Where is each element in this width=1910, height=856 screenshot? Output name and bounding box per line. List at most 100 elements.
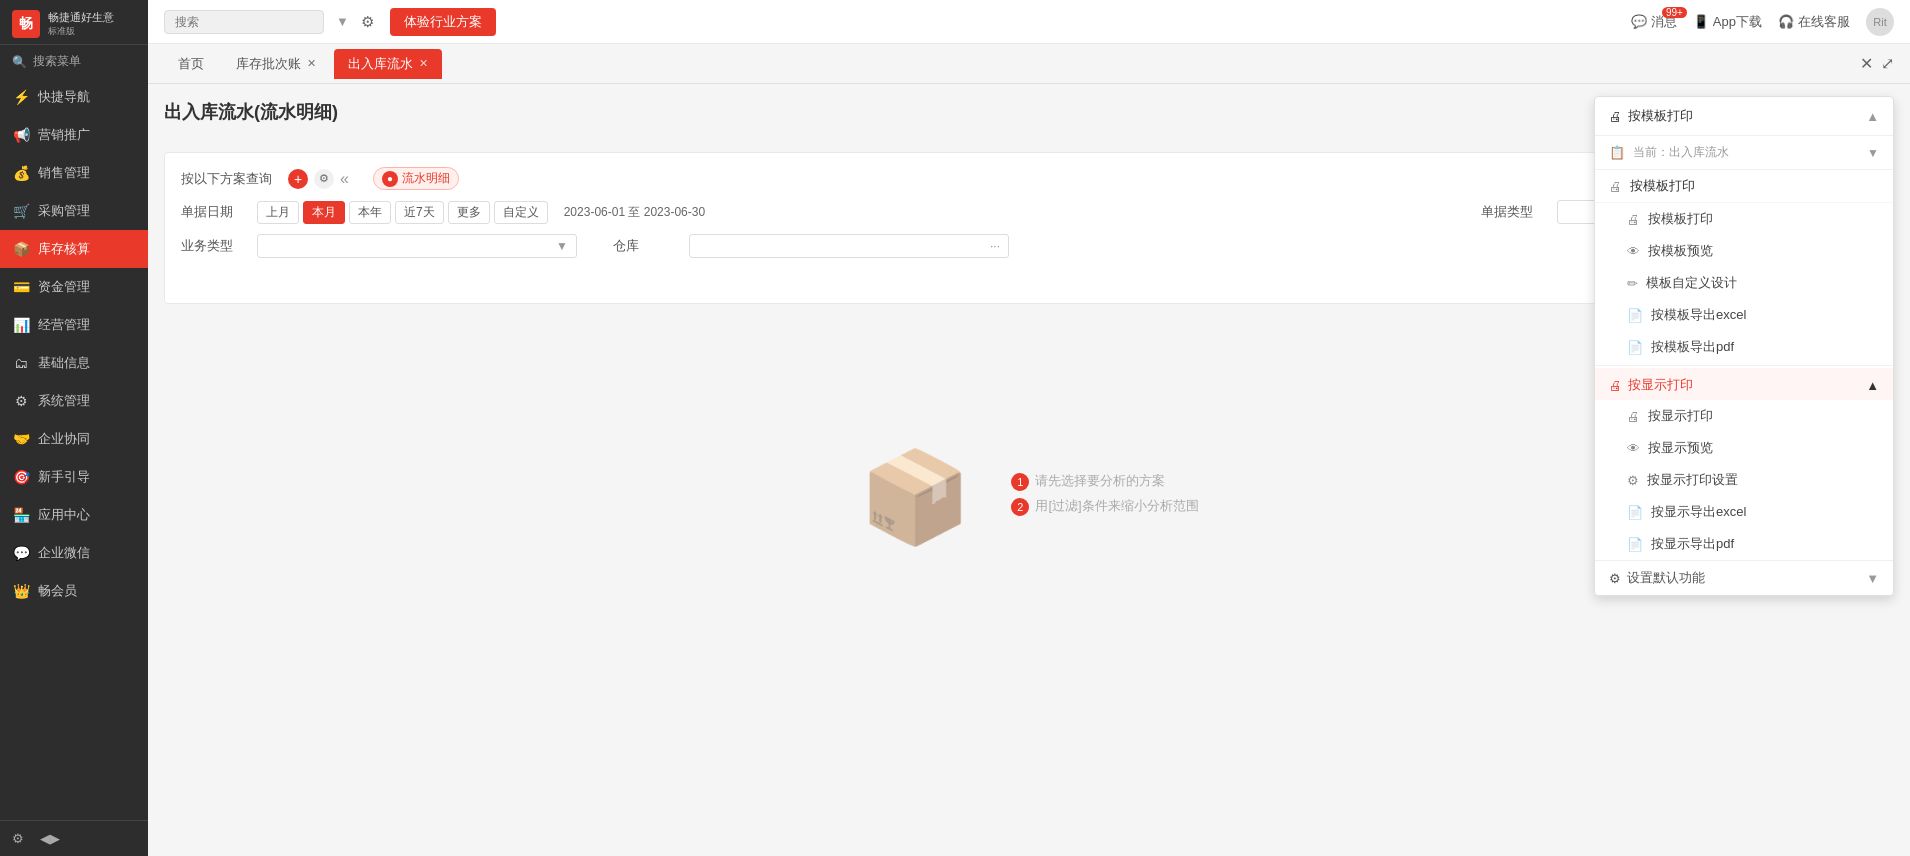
industry-btn[interactable]: 体验行业方案 <box>390 8 496 36</box>
dp-current-icon: 📋 <box>1609 145 1625 160</box>
dp-display-settings-item[interactable]: ⚙ 按显示打印设置 <box>1595 464 1893 496</box>
dp-display-pdf-item[interactable]: 📄 按显示导出pdf <box>1595 528 1893 560</box>
dp-display-preview-item[interactable]: 👁 按显示预览 <box>1595 432 1893 464</box>
date-btn-custom[interactable]: 自定义 <box>494 201 548 224</box>
sidebar-collapse-icon[interactable]: ◀▶ <box>40 831 60 846</box>
biz-type-label: 业务类型 <box>181 237 241 255</box>
filter-collapse-left[interactable]: « <box>340 170 349 188</box>
sidebar-bottom: ⚙ ◀▶ <box>0 820 148 856</box>
wechat-icon: 💬 <box>12 544 30 562</box>
date-btn-last-month[interactable]: 上月 <box>257 201 299 224</box>
dp-template-print-item[interactable]: 🖨 按模板打印 <box>1595 203 1893 235</box>
date-btn-current-year[interactable]: 本年 <box>349 201 391 224</box>
logo-text: 畅捷通好生意 标准版 <box>48 10 114 38</box>
dp-footer[interactable]: ⚙ 设置默认功能 ▼ <box>1595 560 1893 595</box>
biz-type-select[interactable]: ▼ <box>257 234 577 258</box>
dp-display-header[interactable]: 🖨 按显示打印 ▲ <box>1595 368 1893 400</box>
dp-template-header: 🖨 按模板打印 <box>1595 170 1893 203</box>
dp-current-arrow[interactable]: ▼ <box>1867 146 1879 160</box>
sidebar-logo: 畅 畅捷通好生意 标准版 <box>0 0 148 45</box>
dp-display-print-item[interactable]: 🖨 按显示打印 <box>1595 400 1893 432</box>
date-label: 单据日期 <box>181 203 241 221</box>
date-btn-current-month[interactable]: 本月 <box>303 201 345 224</box>
sidebar-item-finance[interactable]: 💳 资金管理 <box>0 268 148 306</box>
tab-inout-flow-close[interactable]: ✕ <box>419 57 428 70</box>
tab-close-all[interactable]: ✕ <box>1860 54 1873 73</box>
empty-hint: 1 请先选择要分析的方案 2 用[过滤]条件来缩小分析范围 <box>1011 472 1198 522</box>
guide-icon: 🎯 <box>12 468 30 486</box>
sidebar-nav: ⚡ 快捷导航 📢 营销推广 💰 销售管理 🛒 采购管理 📦 库存核算 💳 资金管… <box>0 78 148 820</box>
sales-icon: 💰 <box>12 164 30 182</box>
date-quick-btns: 上月 本月 本年 近7天 更多 自定义 <box>257 201 548 224</box>
filter-add-btn[interactable]: + <box>288 169 308 189</box>
dp-item-print-icon: 🖨 <box>1627 212 1640 227</box>
sidebar-item-guide[interactable]: 🎯 新手引导 <box>0 458 148 496</box>
marketing-icon: 📢 <box>12 126 30 144</box>
dp-template-pdf-item[interactable]: 📄 按模板导出pdf <box>1595 331 1893 363</box>
topbar-right: 💬 消息 99+ 📱 App下载 🎧 在线客服 Rit <box>1631 8 1894 36</box>
sidebar-item-inventory[interactable]: 📦 库存核算 <box>0 230 148 268</box>
topbar-gear-icon[interactable]: ⚙ <box>361 13 374 31</box>
operations-icon: 📊 <box>12 316 30 334</box>
date-filter: 上月 本月 本年 近7天 更多 自定义 2023-06-01 至 2023-06… <box>257 201 1445 224</box>
dp-display-settings-icon: ⚙ <box>1627 473 1639 488</box>
vip-icon: 👑 <box>12 582 30 600</box>
biz-type-arrow: ▼ <box>556 239 568 253</box>
dp-display-icon: 🖨 <box>1609 378 1622 393</box>
dp-template-custom-item[interactable]: ✏ 模板自定义设计 <box>1595 267 1893 299</box>
sidebar-item-basics[interactable]: 🗂 基础信息 <box>0 344 148 382</box>
download-icon: 📱 <box>1693 14 1709 29</box>
dp-close-arrow[interactable]: ▲ <box>1866 109 1879 124</box>
sidebar-item-cooperation[interactable]: 🤝 企业协同 <box>0 420 148 458</box>
dp-print-icon: 🖨 <box>1609 109 1622 124</box>
tab-home[interactable]: 首页 <box>164 49 218 79</box>
dp-scrollable: 🖨 按模板打印 🖨 按模板打印 👁 按模板预览 ✏ 模板自定义设计 📄 <box>1595 170 1893 560</box>
message-icon: 💬 <box>1631 14 1647 29</box>
dp-template-excel-item[interactable]: 📄 按模板导出excel <box>1595 299 1893 331</box>
main-area: ▼ ⚙ 体验行业方案 💬 消息 99+ 📱 App下载 🎧 在线客服 Rit 首… <box>148 0 1910 856</box>
dp-display-collapse[interactable]: ▲ <box>1866 378 1879 393</box>
date-range: 2023-06-01 至 2023-06-30 <box>564 204 705 221</box>
tab-batch-account-close[interactable]: ✕ <box>307 57 316 70</box>
sidebar-item-marketing[interactable]: 📢 营销推广 <box>0 116 148 154</box>
tabbar: 首页 库存批次账 ✕ 出入库流水 ✕ ✕ ⤢ <box>148 44 1910 84</box>
dp-display-excel-item[interactable]: 📄 按显示导出excel <box>1595 496 1893 528</box>
dp-footer-arrow: ▼ <box>1866 571 1879 586</box>
filter-settings-btn[interactable]: ⚙ <box>314 169 334 189</box>
date-btn-more[interactable]: 更多 <box>448 201 490 224</box>
sidebar-item-system[interactable]: ⚙ 系统管理 <box>0 382 148 420</box>
dp-item-excel-icon: 📄 <box>1627 308 1643 323</box>
hint-item-1: 1 请先选择要分析的方案 <box>1011 472 1198 491</box>
online-service-btn[interactable]: 🎧 在线客服 <box>1778 13 1850 31</box>
finance-icon: 💳 <box>12 278 30 296</box>
warehouse-label: 仓库 <box>613 237 673 255</box>
hint-item-2: 2 用[过滤]条件来缩小分析范围 <box>1011 497 1198 516</box>
sidebar-item-sales[interactable]: 💰 销售管理 <box>0 154 148 192</box>
tab-maximize[interactable]: ⤢ <box>1881 54 1894 73</box>
sidebar-item-apps[interactable]: 🏪 应用中心 <box>0 496 148 534</box>
dp-item-custom-icon: ✏ <box>1627 276 1638 291</box>
dp-current-row: 📋 当前：出入库流水 ▼ <box>1595 136 1893 170</box>
warehouse-select[interactable]: ··· <box>689 234 1009 258</box>
empty-illustration: 📦 <box>859 445 971 550</box>
user-avatar[interactable]: Rit <box>1866 8 1894 36</box>
sidebar-item-vip[interactable]: 👑 畅会员 <box>0 572 148 610</box>
sidebar-item-quick-nav[interactable]: ⚡ 快捷导航 <box>0 78 148 116</box>
sidebar-search[interactable]: 🔍 搜索菜单 <box>0 45 148 78</box>
tab-batch-account[interactable]: 库存批次账 ✕ <box>222 49 330 79</box>
message-btn[interactable]: 💬 消息 99+ <box>1631 13 1677 31</box>
tab-inout-flow[interactable]: 出入库流水 ✕ <box>334 49 442 79</box>
sidebar-item-operations[interactable]: 📊 经营管理 <box>0 306 148 344</box>
sidebar-item-wechat[interactable]: 💬 企业微信 <box>0 534 148 572</box>
dp-display-preview-icon: 👁 <box>1627 441 1640 456</box>
sidebar-item-purchase[interactable]: 🛒 采购管理 <box>0 192 148 230</box>
topbar-search-input[interactable] <box>164 10 324 34</box>
app-download-btn[interactable]: 📱 App下载 <box>1693 13 1762 31</box>
topbar-search-arrow[interactable]: ▼ <box>336 14 349 29</box>
page-title: 出入库流水(流水明细) <box>164 100 338 124</box>
basics-icon: 🗂 <box>12 354 30 372</box>
sidebar-settings-icon[interactable]: ⚙ <box>12 831 24 846</box>
warehouse-arrow: ··· <box>990 239 1000 253</box>
date-btn-last-7days[interactable]: 近7天 <box>395 201 444 224</box>
dp-template-preview-item[interactable]: 👁 按模板预览 <box>1595 235 1893 267</box>
